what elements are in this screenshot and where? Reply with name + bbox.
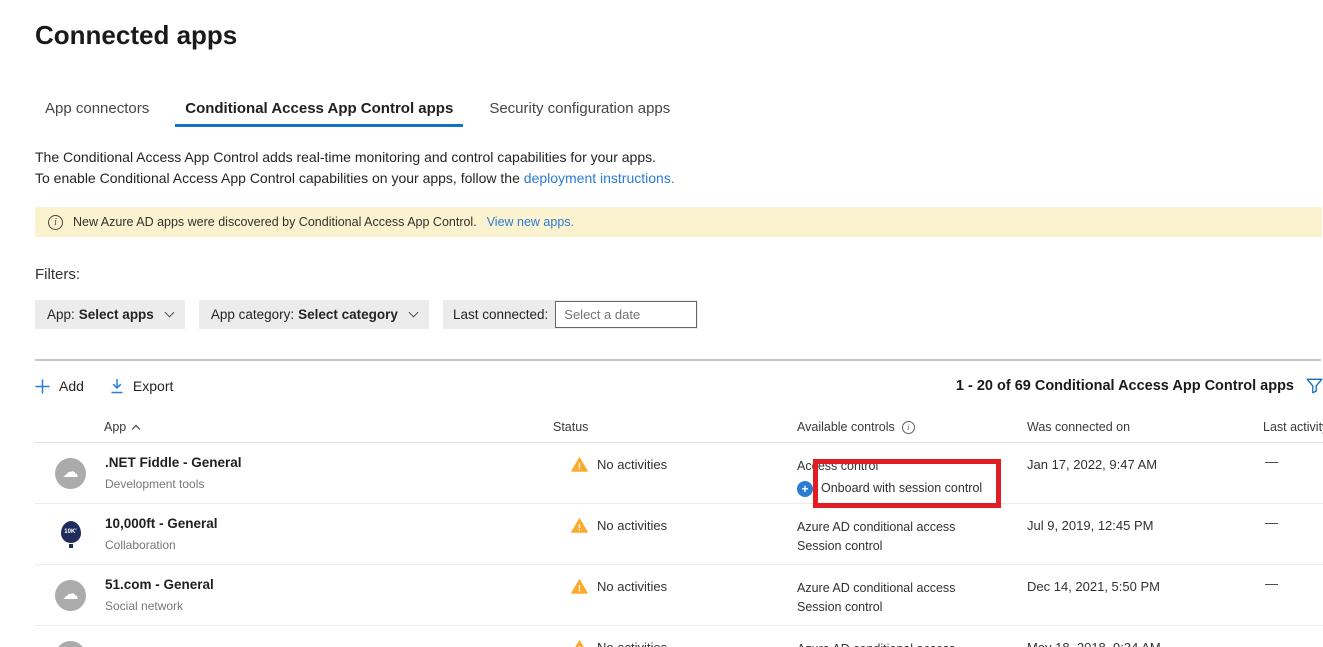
svg-text:!: ! — [578, 523, 581, 533]
column-header-was-connected-on-label: Was connected on — [1027, 420, 1131, 434]
export-button[interactable]: Export — [110, 378, 173, 394]
tab-security-configuration-apps[interactable]: Security configuration apps — [479, 100, 680, 127]
last-connected-filter: Last connected: — [442, 300, 699, 329]
cloud-icon — [55, 640, 86, 647]
chevron-down-icon — [164, 307, 175, 318]
last-connected-label: Last connected: — [452, 307, 549, 322]
info-banner: New Azure AD apps were discovered by Con… — [35, 207, 1322, 237]
table-toolbar: Add Export 1 - 20 of 69 Conditional Acce… — [35, 371, 1323, 401]
was-connected-on-value: Dec 14, 2021, 5:50 PM — [1027, 579, 1160, 594]
tab-label: Security configuration apps — [489, 100, 671, 117]
table-body: .NET Fiddle - General Development tools … — [35, 443, 1323, 647]
svg-text:!: ! — [578, 584, 581, 594]
app-filter-prefix: App: — [47, 307, 75, 322]
status-text: No activities — [597, 457, 668, 472]
info-icon[interactable] — [901, 420, 915, 434]
tab-label: Conditional Access App Control apps — [185, 100, 454, 117]
sort-ascending-icon — [132, 424, 141, 433]
control-line-1: Azure AD conditional access — [797, 581, 956, 595]
table-row[interactable]: 7Geese - General ! No activities Azure A… — [35, 626, 1323, 647]
description-line-2: To enable Conditional Access App Control… — [35, 168, 675, 189]
control-line-1: Azure AD conditional access — [797, 520, 956, 534]
column-header-status[interactable]: Status — [553, 420, 797, 434]
app-category: Development tools — [105, 477, 205, 491]
tab-app-connectors[interactable]: App connectors — [35, 100, 159, 127]
app-category: Collaboration — [105, 538, 176, 552]
control-line-2: Session control — [797, 600, 883, 614]
warning-icon: ! — [571, 518, 588, 533]
column-header-last-activity[interactable]: Last activity — [1263, 420, 1323, 434]
app-filter-dropdown[interactable]: App: Select apps — [35, 300, 185, 329]
column-header-app[interactable]: App — [35, 420, 553, 434]
connected-apps-page: Connected apps App connectors Conditiona… — [0, 0, 1323, 647]
last-connected-date-input[interactable] — [555, 301, 698, 328]
tab-label: App connectors — [45, 100, 150, 117]
add-button[interactable]: Add — [35, 378, 84, 394]
warning-icon: ! — [571, 579, 588, 594]
control-line-2: Onboard with session control — [821, 481, 983, 495]
banner-text: New Azure AD apps were discovered by Con… — [73, 215, 477, 229]
table-row[interactable]: 51.com - General Social network ! No act… — [35, 565, 1323, 626]
last-activity-value — [1263, 626, 1323, 647]
was-connected-on-value: May 18, 2018, 9:34 AM — [1027, 626, 1263, 647]
column-header-available-controls[interactable]: Available controls — [797, 420, 1027, 434]
description-line-1: The Conditional Access App Control adds … — [35, 149, 656, 165]
app-name: .NET Fiddle - General — [105, 455, 242, 470]
column-header-was-connected-on[interactable]: Was connected on — [1027, 420, 1263, 434]
column-header-status-label: Status — [553, 420, 589, 434]
balloon-icon — [55, 519, 86, 550]
export-button-label: Export — [132, 378, 174, 394]
last-activity-value: — — [1265, 454, 1278, 469]
control-line-2: Session control — [797, 539, 883, 553]
filter-funnel-button[interactable] — [1306, 378, 1323, 394]
app-filter-value: Select apps — [78, 307, 154, 322]
description-line-2-text: To enable Conditional Access App Control… — [35, 170, 524, 186]
view-new-apps-link[interactable]: View new apps. — [487, 215, 574, 229]
control-line-1: Access control — [797, 459, 879, 473]
column-header-available-controls-label: Available controls — [797, 420, 895, 434]
svg-text:!: ! — [578, 462, 581, 472]
table-row[interactable]: 10,000ft - General Collaboration ! No ac… — [35, 504, 1323, 565]
funnel-icon — [1306, 378, 1323, 394]
onboard-with-session-control-action[interactable]: Onboard with session control — [797, 479, 1027, 498]
app-category-filter-prefix: App category: — [210, 307, 295, 322]
tab-bar: App connectors Conditional Access App Co… — [35, 100, 680, 127]
add-circle-icon — [797, 480, 813, 497]
chevron-down-icon — [408, 307, 419, 318]
cloud-icon — [55, 457, 86, 489]
warning-icon: ! — [575, 640, 584, 647]
warning-icon: ! — [571, 457, 588, 472]
filter-row: App: Select apps App category: Select cate… — [35, 300, 699, 329]
column-header-last-activity-label: Last activity — [1263, 420, 1323, 434]
last-activity-value: — — [1265, 515, 1278, 530]
app-category: Social network — [105, 599, 184, 613]
app-category-filter-dropdown[interactable]: App category: Select category — [198, 300, 429, 329]
status-text: No activities — [597, 579, 668, 594]
tab-conditional-access-app-control-apps[interactable]: Conditional Access App Control apps — [175, 100, 464, 127]
deployment-instructions-link[interactable]: deployment instructions. — [524, 170, 675, 186]
page-title: Connected apps — [35, 20, 238, 50]
filters-label: Filters: — [35, 266, 80, 283]
info-icon — [48, 214, 63, 230]
results-count: 1 - 20 of 69 Conditional Access App Cont… — [955, 378, 1294, 394]
table-row[interactable]: .NET Fiddle - General Development tools … — [35, 443, 1323, 504]
section-divider — [35, 359, 1321, 361]
status-text: No activities — [597, 518, 668, 533]
last-activity-value: — — [1265, 576, 1278, 591]
plus-icon — [35, 379, 50, 393]
control-line-1: Azure AD conditional access — [797, 640, 1027, 647]
description: The Conditional Access App Control adds … — [35, 147, 675, 189]
was-connected-on-value: Jan 17, 2022, 9:47 AM — [1027, 457, 1158, 472]
download-icon — [111, 379, 123, 394]
add-button-label: Add — [59, 378, 84, 394]
app-category-filter-value: Select category — [298, 307, 398, 322]
column-header-app-label: App — [104, 420, 127, 434]
status-text: No activities — [597, 640, 667, 647]
app-name: 10,000ft - General — [105, 516, 218, 531]
was-connected-on-value: Jul 9, 2019, 12:45 PM — [1027, 518, 1154, 533]
app-name: 51.com - General — [105, 577, 214, 592]
cloud-icon — [55, 579, 86, 611]
table-header-row: App Status Available controls Was connec… — [35, 412, 1323, 443]
